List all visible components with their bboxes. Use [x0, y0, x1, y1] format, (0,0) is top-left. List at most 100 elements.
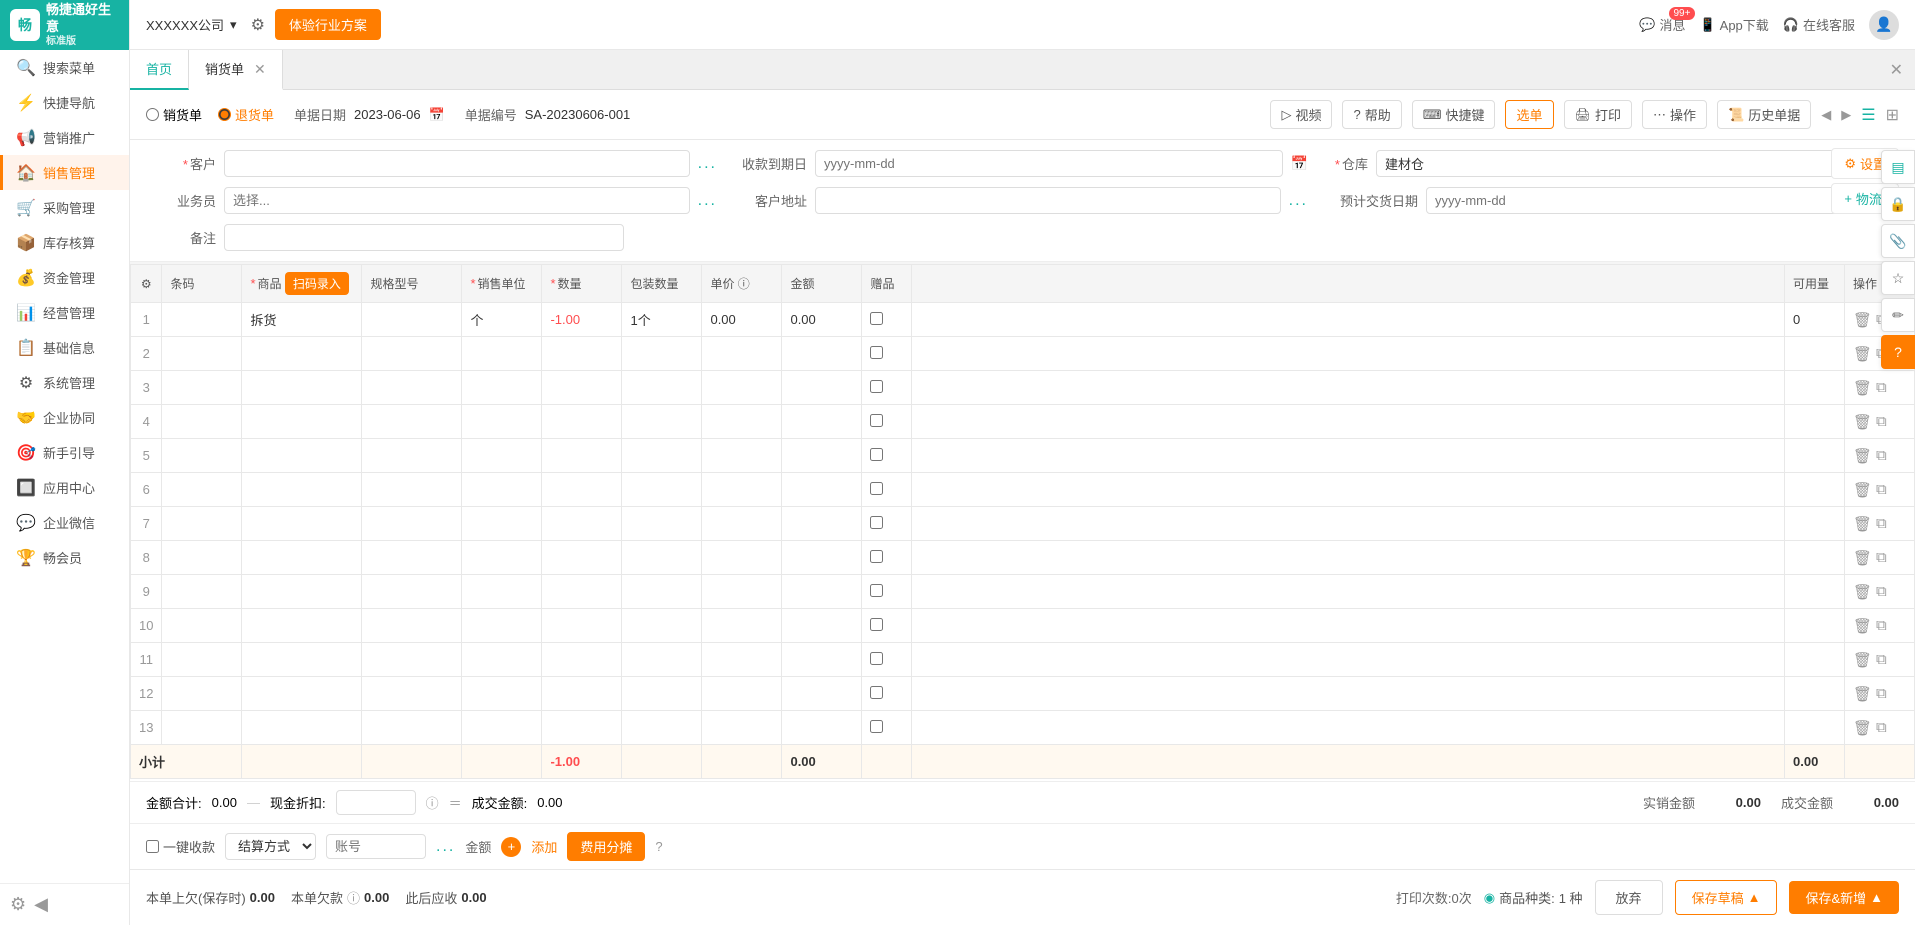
- total-owe-help-icon[interactable]: ⓘ: [347, 888, 360, 907]
- radio-sale-input[interactable]: [146, 108, 159, 121]
- calendar-icon[interactable]: 📅: [429, 107, 445, 123]
- barcode-input[interactable]: [170, 312, 233, 327]
- delete-icon[interactable]: 🗑: [1853, 413, 1872, 431]
- gift-checkbox[interactable]: [870, 482, 883, 495]
- remarks-input[interactable]: [224, 224, 624, 251]
- delete-icon[interactable]: 🗑: [1853, 617, 1872, 635]
- gift-checkbox[interactable]: [870, 380, 883, 393]
- shortcut-btn[interactable]: ⌨ 快捷键: [1412, 100, 1496, 129]
- prev-icon[interactable]: ◀: [1821, 107, 1831, 123]
- online-service-btn[interactable]: 🎧 在线客服: [1783, 15, 1855, 34]
- one-click-label[interactable]: 一键收款: [146, 837, 215, 856]
- view-grid-icon[interactable]: ⊞: [1886, 105, 1899, 125]
- abandon-btn[interactable]: 放弃: [1595, 880, 1663, 915]
- gift-checkbox[interactable]: [870, 448, 883, 461]
- copy-icon[interactable]: ⧉: [1876, 549, 1887, 566]
- gift-checkbox[interactable]: [870, 584, 883, 597]
- float-btn-3[interactable]: 📎: [1881, 224, 1915, 258]
- tab-close-icon[interactable]: ✕: [254, 62, 266, 76]
- customer-addr-more-icon[interactable]: ...: [1289, 192, 1308, 210]
- sidebar-item-appcenter[interactable]: 🔲 应用中心: [0, 470, 129, 505]
- row-qty[interactable]: -1.00: [542, 303, 622, 337]
- delete-icon[interactable]: 🗑: [1853, 719, 1872, 737]
- gift-checkbox[interactable]: [870, 652, 883, 665]
- row-spec[interactable]: [362, 303, 462, 337]
- close-all-icon[interactable]: ✕: [1890, 60, 1903, 80]
- delete-icon[interactable]: 🗑: [1853, 685, 1872, 703]
- gift-checkbox[interactable]: [870, 414, 883, 427]
- sidebar-item-search[interactable]: 🔍 搜索菜单: [0, 50, 129, 85]
- gift-checkbox[interactable]: [870, 618, 883, 631]
- sidebar-item-inventory[interactable]: 📦 库存核算: [0, 225, 129, 260]
- tab-home[interactable]: 首页: [130, 50, 189, 90]
- copy-icon[interactable]: ⧉: [1876, 515, 1887, 532]
- salesman-more-icon[interactable]: ...: [698, 192, 717, 210]
- copy-icon[interactable]: ⧉: [1876, 583, 1887, 600]
- gift-checkbox[interactable]: [870, 516, 883, 529]
- ops-btn[interactable]: ⋯ 操作: [1642, 100, 1707, 129]
- radio-return[interactable]: 退货单: [218, 105, 274, 124]
- sidebar-item-wechat[interactable]: 💬 企业微信: [0, 505, 129, 540]
- row-unit[interactable]: 个: [462, 303, 542, 337]
- float-btn-5[interactable]: ✏: [1881, 298, 1915, 332]
- video-btn[interactable]: ▷ 视频: [1270, 100, 1332, 129]
- add-btn[interactable]: +: [501, 837, 521, 857]
- due-date-calendar-icon[interactable]: 📅: [1291, 155, 1308, 172]
- print-btn[interactable]: 🖨 打印: [1564, 100, 1633, 129]
- next-icon[interactable]: ▶: [1841, 107, 1851, 123]
- sidebar-item-system[interactable]: ⚙ 系统管理: [0, 365, 129, 400]
- row-barcode[interactable]: [162, 303, 242, 337]
- delete-icon[interactable]: 🗑: [1853, 345, 1872, 363]
- delete-icon[interactable]: 🗑: [1853, 651, 1872, 669]
- app-download-btn[interactable]: 📱 App下载: [1699, 15, 1768, 34]
- expense-help-icon[interactable]: ?: [655, 839, 662, 854]
- user-avatar[interactable]: 👤: [1869, 10, 1899, 40]
- float-btn-1[interactable]: ▤: [1881, 150, 1915, 184]
- salesman-input[interactable]: [224, 187, 690, 214]
- copy-icon[interactable]: ⧉: [1876, 413, 1887, 430]
- gift-checkbox[interactable]: [870, 346, 883, 359]
- row-product[interactable]: 拆货: [242, 303, 362, 337]
- due-date-input[interactable]: [815, 150, 1283, 177]
- sidebar-item-quicknav[interactable]: ⚡ 快捷导航: [0, 85, 129, 120]
- copy-icon[interactable]: ⧉: [1876, 379, 1887, 396]
- delete-icon[interactable]: 🗑: [1853, 311, 1872, 329]
- warehouse-input[interactable]: [1376, 150, 1872, 177]
- radio-return-input[interactable]: [218, 108, 231, 121]
- expected-date-input[interactable]: [1426, 187, 1874, 214]
- copy-icon[interactable]: ⧉: [1876, 617, 1887, 634]
- row-pack-qty[interactable]: 1个: [622, 303, 702, 337]
- sidebar-item-marketing[interactable]: 📢 营销推广: [0, 120, 129, 155]
- help-btn[interactable]: ? 帮助: [1342, 100, 1401, 129]
- bottom-gear-icon[interactable]: ⚙: [10, 894, 26, 915]
- float-btn-6[interactable]: ?: [1881, 335, 1915, 369]
- copy-icon[interactable]: ⧉: [1876, 685, 1887, 702]
- tab-sales-order[interactable]: 销货单 ✕: [189, 50, 283, 90]
- gift-checkbox[interactable]: [870, 312, 883, 325]
- save-new-btn[interactable]: 保存&新增 ▲: [1789, 881, 1899, 914]
- topbar-gear-icon[interactable]: ⚙: [251, 15, 265, 35]
- cash-discount-input[interactable]: [336, 790, 416, 815]
- message-btn[interactable]: 💬 消息 99+: [1639, 15, 1685, 34]
- gift-checkbox[interactable]: [870, 686, 883, 699]
- gift-checkbox[interactable]: [870, 550, 883, 563]
- copy-icon[interactable]: ⧉: [1876, 447, 1887, 464]
- row-price[interactable]: 0.00: [702, 303, 782, 337]
- sidebar-item-purchase[interactable]: 🛒 采购管理: [0, 190, 129, 225]
- gift-checkbox[interactable]: [870, 720, 883, 733]
- account-more-icon[interactable]: ...: [436, 838, 455, 856]
- copy-icon[interactable]: ⧉: [1876, 719, 1887, 736]
- delete-icon[interactable]: 🗑: [1853, 481, 1872, 499]
- sidebar-item-finance[interactable]: 💰 资金管理: [0, 260, 129, 295]
- copy-icon[interactable]: ⧉: [1876, 651, 1887, 668]
- sidebar-item-sales[interactable]: 🏠 销售管理: [0, 155, 129, 190]
- customer-addr-input[interactable]: [815, 187, 1281, 214]
- sidebar-item-member[interactable]: 🏆 畅会员: [0, 540, 129, 575]
- float-btn-4[interactable]: ☆: [1881, 261, 1915, 295]
- customer-input[interactable]: [224, 150, 690, 177]
- customer-more-icon[interactable]: ...: [698, 155, 717, 173]
- industry-btn[interactable]: 体验行业方案: [275, 9, 381, 40]
- select-btn[interactable]: 选单: [1505, 100, 1553, 129]
- help-circle-icon[interactable]: ⓘ: [426, 793, 439, 812]
- delete-icon[interactable]: 🗑: [1853, 447, 1872, 465]
